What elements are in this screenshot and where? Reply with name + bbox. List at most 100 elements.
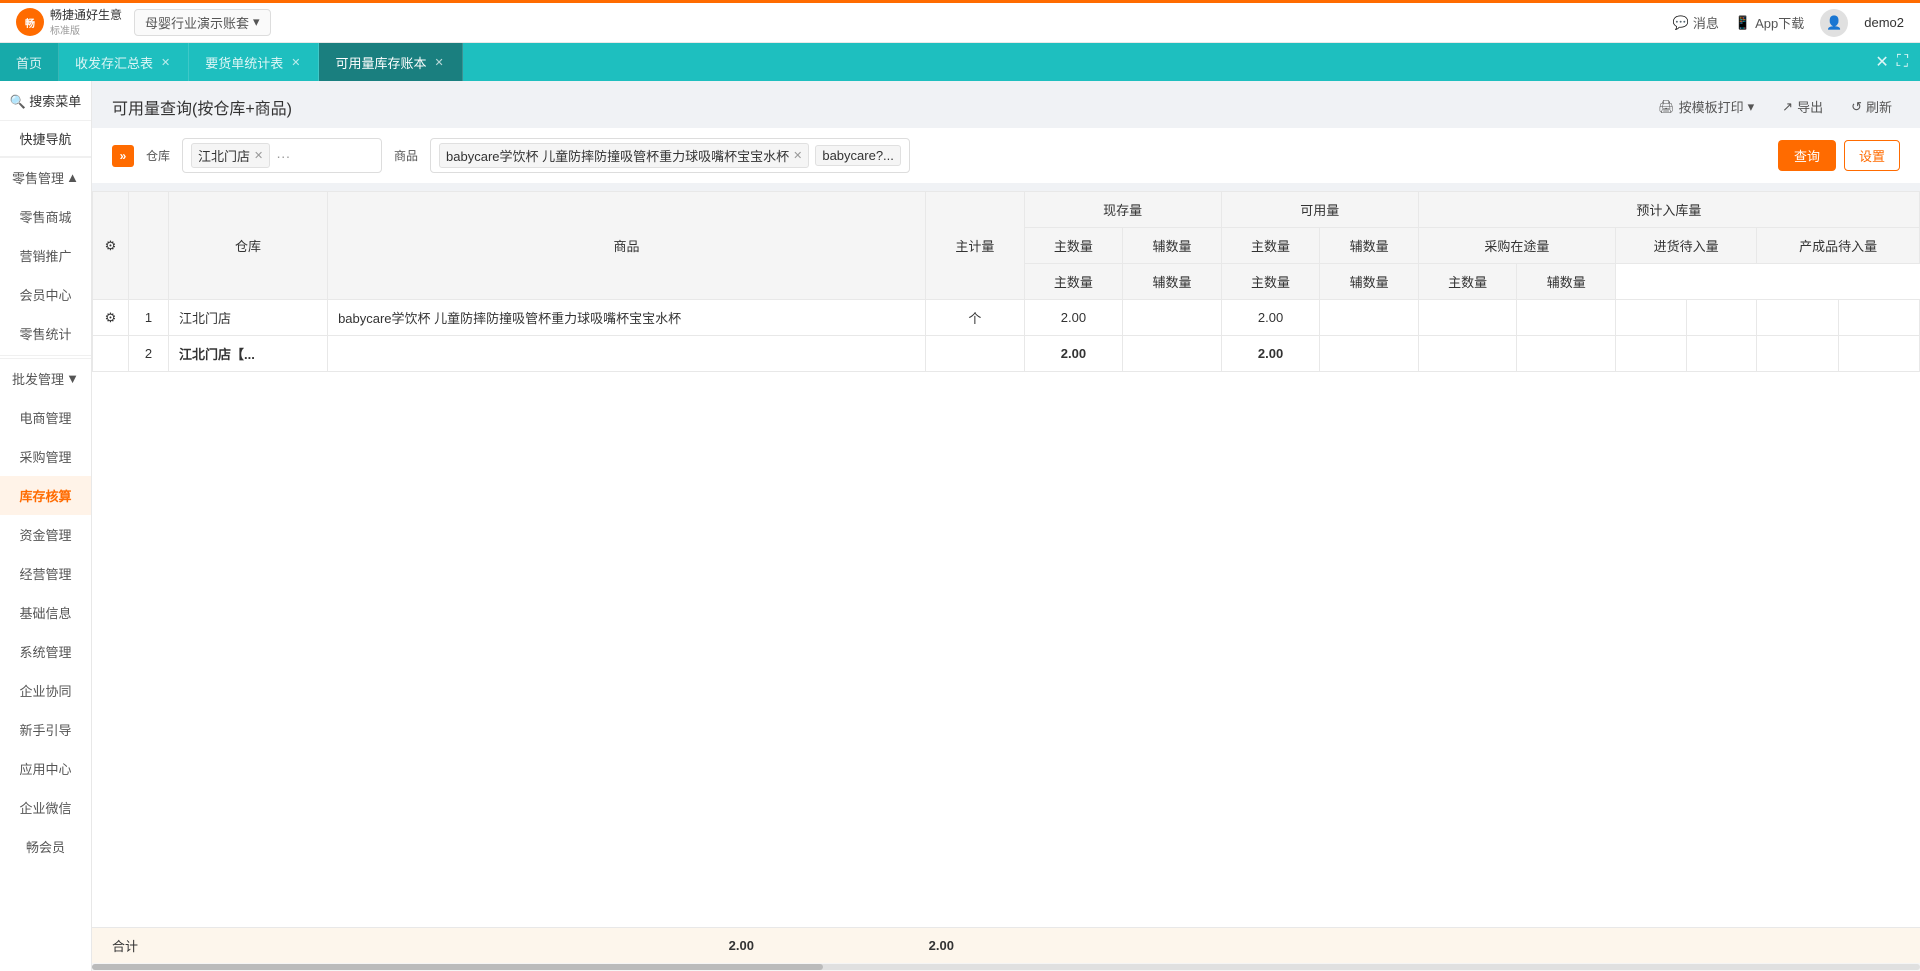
username[interactable]: demo2 [1864,15,1904,30]
sidebar-item-inventory-mgmt[interactable]: 库存核算 [0,476,91,515]
sidebar-item-ecommerce-mgmt[interactable]: 电商管理 [0,398,91,437]
product-filter-input[interactable]: babycare学饮杯 儿童防摔防撞吸管杯重力球吸嘴杯宝宝水杯 ✕ babyca… [430,138,910,173]
sidebar-item-wholesale-mgmt[interactable]: 批发管理 ▼ [0,358,91,398]
col-pur-aux: 辅数量 [1123,264,1222,300]
sidebar-item-member-center[interactable]: 会员中心 [0,275,91,314]
sidebar-item-business-mgmt[interactable]: 经营管理 [0,554,91,593]
warehouse-tag-label: 江北门店 [198,146,250,165]
export-button[interactable]: ↗ 导出 [1774,93,1831,120]
sidebar-item-system-mgmt[interactable]: 系统管理 [0,632,91,671]
sidebar-app-center-label: 应用中心 [19,759,71,778]
row2-avail-main: 2.00 [1221,336,1320,372]
chevron-down-icon: ▼ [66,371,79,386]
row2-gear[interactable] [93,336,129,372]
industry-selector[interactable]: 母婴行业演示账套 ▾ [134,9,271,36]
sidebar-member-label: 畅会员 [26,837,65,856]
page-actions: 🖨 按模板打印 ▾ ↗ 导出 ↺ 刷新 [1650,93,1900,120]
col-pro-aux: 辅数量 [1517,264,1616,300]
sidebar-item-enterprise-collab[interactable]: 企业协同 [0,671,91,710]
chevron-down-icon: ▾ [1748,99,1755,115]
content-area: 可用量查询(按仓库+商品) 🖨 按模板打印 ▾ ↗ 导出 ↺ 刷新 » [92,81,1920,971]
sidebar-item-retail-mgmt[interactable]: 零售管理 ▲ [0,157,91,197]
row1-product: babycare学饮杯 儿童防摔防撞吸管杯重力球吸嘴杯宝宝水杯 [328,300,926,336]
app-download-label: App下载 [1755,13,1804,32]
tab-close-all-button[interactable]: ✕ [1875,52,1888,72]
product-tag-1-remove[interactable]: ✕ [793,149,802,162]
logo-text: 畅捷通好生意 标准版 [50,8,122,37]
horizontal-scrollbar[interactable] [92,963,1920,971]
refresh-button[interactable]: ↺ 刷新 [1843,93,1900,120]
tab-home-label: 首页 [16,53,42,72]
row1-warehouse: 江北门店 [169,300,328,336]
page-header: 可用量查询(按仓库+商品) 🖨 按模板打印 ▾ ↗ 导出 ↺ 刷新 [92,81,1920,128]
sidebar-item-finance-mgmt[interactable]: 资金管理 [0,515,91,554]
gear-icon[interactable]: ⚙ [105,238,117,253]
row2-warehouse: 江北门店【... [169,336,328,372]
row1-gear[interactable]: ⚙ [93,300,129,336]
export-icon: ↗ [1782,99,1793,115]
sidebar-item-enterprise-wechat[interactable]: 企业微信 [0,788,91,827]
col-available-header: 可用量 [1221,192,1418,228]
sidebar-item-app-center[interactable]: 应用中心 [0,749,91,788]
row1-inc-aux [1686,300,1757,336]
sidebar-finance-mgmt-label: 资金管理 [19,525,71,544]
scrollbar-thumb[interactable] [92,964,823,970]
sidebar-quicknav[interactable]: 快捷导航 [0,121,91,157]
sidebar-item-basic-info[interactable]: 基础信息 [0,593,91,632]
query-button[interactable]: 查询 [1778,140,1836,171]
app-download-button[interactable]: 📱 App下载 [1735,13,1804,32]
sidebar-item-member[interactable]: 畅会员 [0,827,91,866]
sidebar: 🔍 搜索菜单 快捷导航 零售管理 ▲ 零售商城 营销推广 会员中心 零售统计 [0,81,92,971]
gear-icon[interactable]: ⚙ [105,310,117,325]
download-icon: 📱 [1735,15,1751,31]
sidebar-basic-info-label: 基础信息 [19,603,71,622]
tab-available-inventory-close[interactable]: ✕ [433,56,446,69]
sidebar-item-purchase-mgmt[interactable]: 采购管理 [0,437,91,476]
row2-pro-main [1757,336,1838,372]
print-button[interactable]: 🖨 按模板打印 ▾ [1650,93,1762,120]
filter-bar: » 仓库 江北门店 ✕ ··· 商品 babycare学饮杯 儿童防摔防撞吸管杯… [92,128,1920,183]
row1-current-main: 2.00 [1024,300,1123,336]
row1-pur-main [1418,300,1517,336]
tab-receipt-summary[interactable]: 收发存汇总表 ✕ [59,43,189,81]
sidebar-item-marketing[interactable]: 营销推广 [0,236,91,275]
industry-label: 母婴行业演示账套 [145,13,249,32]
warehouse-filter-input[interactable]: 江北门店 ✕ ··· [182,138,382,173]
tab-home[interactable]: 首页 [0,43,59,81]
col-avail-aux-header: 辅数量 [1320,228,1419,264]
tab-available-inventory[interactable]: 可用量库存账本 ✕ [319,43,462,81]
row2-inc-main [1616,336,1687,372]
tab-order-stats[interactable]: 要货单统计表 ✕ [189,43,319,81]
export-label: 导出 [1797,97,1823,116]
sidebar-enterprise-wechat-label: 企业微信 [19,798,71,817]
tab-bar: 首页 收发存汇总表 ✕ 要货单统计表 ✕ 可用量库存账本 ✕ ✕ ⛶ [0,43,1920,81]
message-button[interactable]: 💬 消息 [1673,13,1719,32]
tab-receipt-summary-close[interactable]: ✕ [159,56,172,69]
footer-label: 合计 [112,936,232,955]
warehouse-more-dots[interactable]: ··· [276,148,290,164]
settings-button[interactable]: 设置 [1844,140,1900,171]
sidebar-item-retail-stats[interactable]: 零售统计 [0,314,91,353]
footer-current-main: 2.00 [681,938,801,953]
logo-line1: 畅捷通好生意 [50,8,122,22]
sidebar-item-new-guide[interactable]: 新手引导 [0,710,91,749]
filter-toggle-button[interactable]: » [112,145,134,167]
sidebar-item-retail-mall[interactable]: 零售商城 [0,197,91,236]
row2-no: 2 [129,336,169,372]
warehouse-tag-remove[interactable]: ✕ [254,149,263,162]
main-layout: 🔍 搜索菜单 快捷导航 零售管理 ▲ 零售商城 营销推广 会员中心 零售统计 [0,81,1920,971]
sidebar-inventory-mgmt-label: 库存核算 [19,486,71,505]
tab-order-stats-label: 要货单统计表 [205,53,283,72]
row1-current-aux [1123,300,1222,336]
sidebar-search-label: 搜索菜单 [29,94,81,109]
chevron-down-icon: ▾ [253,14,260,30]
tab-bar-actions: ✕ ⛶ [1863,43,1920,81]
sidebar-purchase-mgmt-label: 采购管理 [19,447,71,466]
sidebar-retail-mgmt-label: 零售管理 [12,168,64,187]
tab-available-inventory-label: 可用量库存账本 [335,53,426,72]
sidebar-search[interactable]: 🔍 搜索菜单 [0,81,91,121]
row1-mainunit: 个 [926,300,1025,336]
tab-fullscreen-button[interactable]: ⛶ [1897,53,1908,71]
col-avail-main-header: 主数量 [1221,228,1320,264]
tab-order-stats-close[interactable]: ✕ [289,56,302,69]
